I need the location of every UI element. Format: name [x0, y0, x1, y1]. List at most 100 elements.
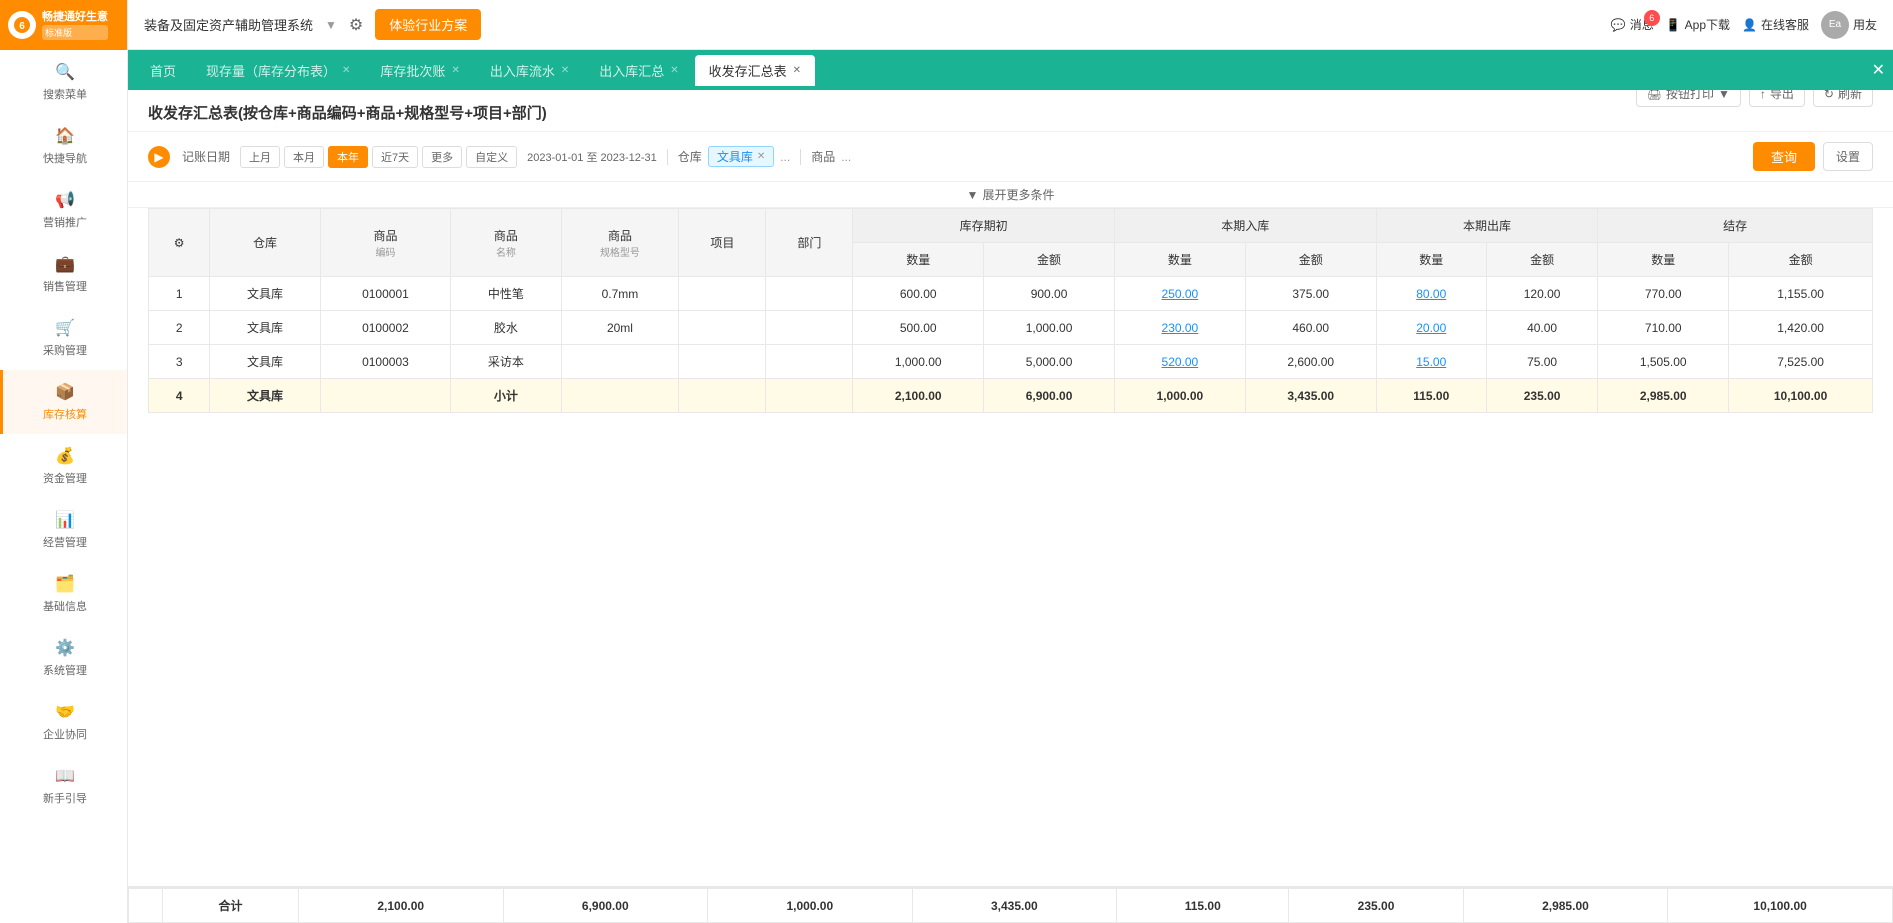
export-btn[interactable]: ↑ 导出 [1749, 90, 1805, 107]
sidebar-item-sales[interactable]: 💼 销售管理 [0, 242, 127, 306]
tab-receive-send-label: 收发存汇总表 [709, 61, 787, 80]
date-btn-this-year[interactable]: 本年 [328, 146, 368, 168]
table-footer: 合计 2,100.00 6,900.00 1,000.00 3,435.00 1… [128, 886, 1893, 923]
home-icon: 🏠 [55, 126, 75, 146]
tab-inout-flow[interactable]: 出入库流水 ✕ [476, 55, 583, 86]
th-opening-amount: 金额 [984, 243, 1115, 277]
cell-department [766, 345, 853, 379]
app-download-action[interactable]: 📱 App下载 [1666, 16, 1730, 33]
sidebar-item-operations[interactable]: 📊 经营管理 [0, 498, 127, 562]
product-more[interactable]: ... [841, 150, 851, 164]
sidebar-label-system: 系统管理 [43, 662, 87, 678]
tab-receive-send[interactable]: 收发存汇总表 ✕ [695, 55, 815, 86]
cell-opening-qty: 600.00 [853, 277, 984, 311]
cell-out-qty[interactable]: 80.00 [1376, 277, 1486, 311]
tab-current-stock[interactable]: 现存量（库存分布表） ✕ [192, 55, 364, 86]
date-btn-custom[interactable]: 自定义 [466, 146, 517, 168]
warehouse-tag-close[interactable]: ✕ [757, 151, 765, 162]
tab-inout-summary-label: 出入库汇总 [599, 61, 664, 80]
cell-product-name: 小计 [451, 379, 561, 413]
cell-no: 1 [149, 277, 210, 311]
cell-opening-amount: 1,000.00 [984, 311, 1115, 345]
cell-department [766, 277, 853, 311]
cell-in-amount: 3,435.00 [1245, 379, 1376, 413]
topbar: 装备及固定资产辅助管理系统 ▼ ⚙ 体验行业方案 💬 消息 6 📱 App下载 … [128, 0, 1893, 50]
th-group-in: 本期入库 [1114, 209, 1376, 243]
sidebar-label-guide: 新手引导 [43, 790, 87, 806]
sidebar-item-purchase[interactable]: 🛒 采购管理 [0, 306, 127, 370]
refresh-btn[interactable]: ↻ 刷新 [1813, 90, 1873, 107]
tab-home[interactable]: 首页 [136, 55, 190, 86]
sidebar-item-search[interactable]: 🔍 搜索菜单 [0, 50, 127, 114]
cell-in-amount: 375.00 [1245, 277, 1376, 311]
sidebar-item-marketing[interactable]: 📢 营销推广 [0, 178, 127, 242]
cell-in-amount: 460.00 [1245, 311, 1376, 345]
tab-inout-summary-close[interactable]: ✕ [670, 65, 678, 76]
query-btn[interactable]: 查询 [1753, 142, 1815, 171]
tab-batch[interactable]: 库存批次账 ✕ [366, 55, 473, 86]
filter-toggle-btn[interactable]: ▶ [148, 146, 170, 168]
date-btn-more[interactable]: 更多 [422, 146, 462, 168]
tab-batch-close[interactable]: ✕ [451, 65, 459, 76]
sidebar-item-quicknav[interactable]: 🏠 快捷导航 [0, 114, 127, 178]
sidebar-item-basic[interactable]: 🗂️ 基础信息 [0, 562, 127, 626]
table-row: 3文具库0100003采访本1,000.005,000.00520.002,60… [149, 345, 1873, 379]
sidebar-item-enterprise[interactable]: 🤝 企业协同 [0, 690, 127, 754]
tab-inout-flow-close[interactable]: ✕ [561, 65, 569, 76]
message-action[interactable]: 💬 消息 6 [1611, 16, 1654, 33]
tab-receive-send-close[interactable]: ✕ [793, 65, 801, 76]
cell-balance-amount: 1,420.00 [1729, 311, 1873, 345]
phone-icon: 📱 [1666, 18, 1681, 32]
warehouse-more[interactable]: ... [780, 150, 790, 164]
date-btn-last-month[interactable]: 上月 [240, 146, 280, 168]
cell-in-qty[interactable]: 230.00 [1114, 311, 1245, 345]
sidebar-item-finance[interactable]: 💰 资金管理 [0, 434, 127, 498]
cell-no: 4 [149, 379, 210, 413]
th-settings[interactable]: ⚙ [149, 209, 210, 277]
sidebar-label-marketing: 营销推广 [43, 214, 87, 230]
sidebar-nav: 🔍 搜索菜单 🏠 快捷导航 📢 营销推广 💼 销售管理 🛒 采购管理 📦 库存核… [0, 50, 127, 923]
sidebar-label-purchase: 采购管理 [43, 342, 87, 358]
cell-in-qty[interactable]: 520.00 [1114, 345, 1245, 379]
system-name: 装备及固定资产辅助管理系统 [144, 15, 313, 34]
trial-btn[interactable]: 体验行业方案 [375, 9, 481, 40]
refresh-label: 刷新 [1838, 90, 1862, 102]
system-dropdown-icon[interactable]: ▼ [325, 18, 337, 32]
sidebar-item-inventory[interactable]: 📦 库存核算 [0, 370, 127, 434]
cell-project [679, 345, 766, 379]
tab-inout-summary[interactable]: 出入库汇总 ✕ [585, 55, 692, 86]
th-in-qty: 数量 [1114, 243, 1245, 277]
settings-icon[interactable]: ⚙ [349, 15, 363, 35]
cell-department [766, 311, 853, 345]
tabbar-close-icon[interactable]: ✕ [1872, 60, 1885, 80]
sidebar-item-system[interactable]: ⚙️ 系统管理 [0, 626, 127, 690]
expand-btn[interactable]: ▼ 展开更多条件 [967, 186, 1055, 203]
cell-out-qty[interactable]: 20.00 [1376, 311, 1486, 345]
th-balance-amount: 金额 [1729, 243, 1873, 277]
tab-current-stock-close[interactable]: ✕ [342, 65, 350, 76]
tab-batch-label: 库存批次账 [380, 61, 445, 80]
cell-in-qty[interactable]: 250.00 [1114, 277, 1245, 311]
settings-gear-icon[interactable]: ⚙ [174, 236, 185, 250]
filter-divider-1 [667, 149, 668, 165]
user-action[interactable]: Ea 用友 [1821, 11, 1877, 39]
online-service-action[interactable]: 👤 在线客服 [1742, 16, 1809, 33]
sidebar-item-guide[interactable]: 📖 新手引导 [0, 754, 127, 818]
svg-text:6: 6 [19, 21, 25, 32]
purchase-icon: 🛒 [55, 318, 75, 338]
cell-out-amount: 120.00 [1486, 277, 1597, 311]
th-out-qty: 数量 [1376, 243, 1486, 277]
setting-btn[interactable]: 设置 [1823, 142, 1873, 171]
cell-out-qty[interactable]: 15.00 [1376, 345, 1486, 379]
cell-opening-qty: 1,000.00 [853, 345, 984, 379]
cell-balance-qty: 770.00 [1598, 277, 1729, 311]
cell-in-qty: 1,000.00 [1114, 379, 1245, 413]
expand-label: 展开更多条件 [982, 186, 1054, 203]
footer-table: 合计 2,100.00 6,900.00 1,000.00 3,435.00 1… [128, 888, 1893, 923]
footer-row: 合计 2,100.00 6,900.00 1,000.00 3,435.00 1… [129, 889, 1893, 923]
date-btn-7days[interactable]: 近7天 [372, 146, 418, 168]
footer-empty-settings [129, 889, 163, 923]
filter-action-btns: 查询 设置 [1753, 142, 1873, 171]
date-btn-this-month[interactable]: 本月 [284, 146, 324, 168]
print-btn[interactable]: 🖨 按钮打印 ▼ [1636, 90, 1741, 107]
